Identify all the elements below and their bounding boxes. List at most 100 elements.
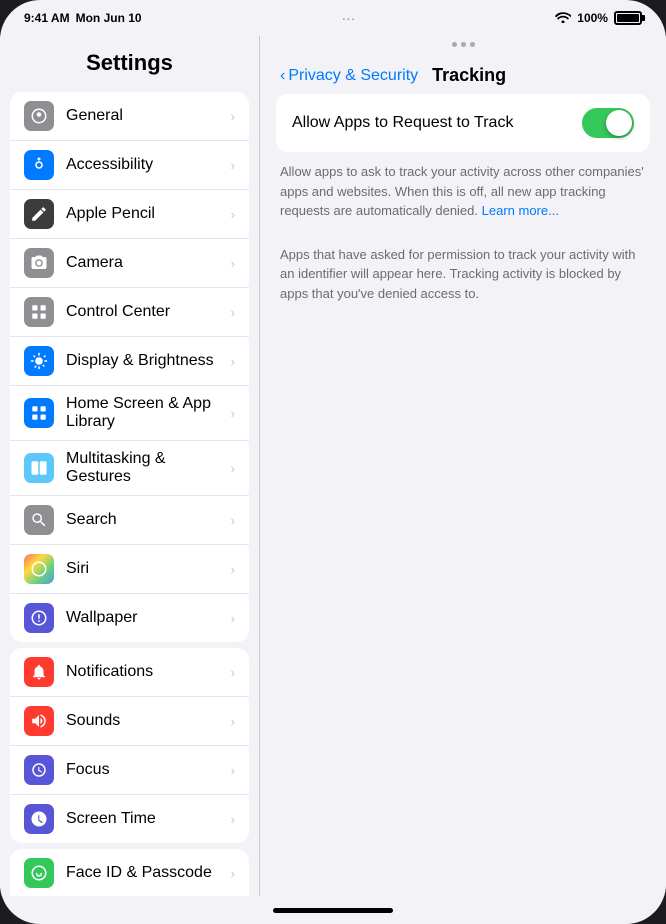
home-bar [273, 908, 393, 913]
sounds-label: Sounds [66, 712, 219, 730]
dot2 [461, 42, 466, 47]
siri-chevron: › [231, 562, 235, 577]
siri-icon [24, 554, 54, 584]
sidebar-item-general[interactable]: General › [10, 92, 249, 141]
battery-label: 100% [577, 11, 608, 25]
multitasking-icon [24, 453, 54, 483]
sidebar-item-notifications[interactable]: Notifications › [10, 648, 249, 697]
camera-label: Camera [66, 254, 219, 272]
sidebar-item-face-id[interactable]: Face ID & Passcode › [10, 849, 249, 896]
tracking-description-1: Allow apps to ask to track your activity… [276, 154, 650, 237]
home-screen-icon [24, 398, 54, 428]
status-bar-center: ··· [341, 10, 355, 26]
device-frame: 9:41 AM Mon Jun 10 ··· 100% Settings [0, 0, 666, 924]
date: Mon Jun 10 [76, 11, 142, 25]
settings-group-1: General › Accessibility › Apple Pencil › [10, 92, 249, 642]
detail-content: Allow Apps to Request to Track Allow app… [260, 94, 666, 896]
sidebar-item-apple-pencil[interactable]: Apple Pencil › [10, 190, 249, 239]
battery-fill [617, 14, 639, 22]
focus-label: Focus [66, 761, 219, 779]
sounds-chevron: › [231, 714, 235, 729]
home-screen-label: Home Screen & App Library [66, 395, 219, 431]
sidebar-title: Settings [0, 36, 259, 86]
sidebar: Settings General › Accessibility › [0, 36, 260, 896]
control-center-label: Control Center [66, 303, 219, 321]
accessibility-chevron: › [231, 158, 235, 173]
screen-time-icon [24, 804, 54, 834]
detail-nav: ‹ Privacy & Security Tracking [260, 53, 666, 94]
sidebar-item-camera[interactable]: Camera › [10, 239, 249, 288]
siri-label: Siri [66, 560, 219, 578]
notifications-label: Notifications [66, 663, 219, 681]
sounds-icon [24, 706, 54, 736]
general-chevron: › [231, 109, 235, 124]
control-center-icon [24, 297, 54, 327]
apple-pencil-icon [24, 199, 54, 229]
multitasking-label: Multitasking & Gestures [66, 450, 219, 486]
status-bar: 9:41 AM Mon Jun 10 ··· 100% [0, 0, 666, 36]
learn-more-link[interactable]: Learn more... [482, 203, 559, 218]
sidebar-item-sounds[interactable]: Sounds › [10, 697, 249, 746]
camera-icon [24, 248, 54, 278]
notifications-icon [24, 657, 54, 687]
general-label: General [66, 107, 219, 125]
wallpaper-label: Wallpaper [66, 609, 219, 627]
sidebar-item-siri[interactable]: Siri › [10, 545, 249, 594]
settings-group-3: Face ID & Passcode › Privacy & Security … [10, 849, 249, 896]
page-title: Tracking [432, 65, 506, 86]
home-screen-chevron: › [231, 406, 235, 421]
sidebar-item-focus[interactable]: Focus › [10, 746, 249, 795]
settings-group-2: Notifications › Sounds › Focus › [10, 648, 249, 843]
dots-icon: ··· [341, 10, 355, 26]
sidebar-item-display[interactable]: Display & Brightness › [10, 337, 249, 386]
dot1 [452, 42, 457, 47]
detail-dots [260, 36, 666, 53]
sidebar-item-accessibility[interactable]: Accessibility › [10, 141, 249, 190]
sidebar-item-control-center[interactable]: Control Center › [10, 288, 249, 337]
detail-pane: ‹ Privacy & Security Tracking Allow Apps… [260, 36, 666, 896]
toggle-label: Allow Apps to Request to Track [292, 114, 513, 132]
search-icon [24, 505, 54, 535]
home-indicator [0, 896, 666, 924]
back-label: Privacy & Security [288, 67, 418, 85]
wallpaper-icon [24, 603, 54, 633]
notifications-chevron: › [231, 665, 235, 680]
sidebar-item-wallpaper[interactable]: Wallpaper › [10, 594, 249, 642]
sidebar-item-screen-time[interactable]: Screen Time › [10, 795, 249, 843]
dot3 [470, 42, 475, 47]
face-id-label: Face ID & Passcode [66, 864, 219, 882]
control-center-chevron: › [231, 305, 235, 320]
apple-pencil-chevron: › [231, 207, 235, 222]
sidebar-item-search[interactable]: Search › [10, 496, 249, 545]
focus-chevron: › [231, 763, 235, 778]
display-label: Display & Brightness [66, 352, 219, 370]
sidebar-item-multitasking[interactable]: Multitasking & Gestures › [10, 441, 249, 496]
status-bar-left: 9:41 AM Mon Jun 10 [24, 11, 142, 25]
battery-icon [614, 11, 642, 25]
time: 9:41 AM [24, 11, 70, 25]
sidebar-item-home-screen[interactable]: Home Screen & App Library › [10, 386, 249, 441]
face-id-icon [24, 858, 54, 888]
focus-icon [24, 755, 54, 785]
apple-pencil-label: Apple Pencil [66, 205, 219, 223]
screen-time-label: Screen Time [66, 810, 219, 828]
tracking-description-2: Apps that have asked for permission to t… [276, 237, 650, 320]
back-button[interactable]: ‹ Privacy & Security [280, 67, 418, 85]
status-bar-right: 100% [555, 11, 642, 26]
face-id-chevron: › [231, 866, 235, 881]
general-icon [24, 101, 54, 131]
multitasking-chevron: › [231, 461, 235, 476]
back-chevron-icon: ‹ [280, 67, 285, 85]
screen-time-chevron: › [231, 812, 235, 827]
wifi-icon [555, 11, 571, 26]
wallpaper-chevron: › [231, 611, 235, 626]
allow-tracking-card: Allow Apps to Request to Track [276, 94, 650, 152]
toggle-thumb [606, 110, 632, 136]
search-chevron: › [231, 513, 235, 528]
display-chevron: › [231, 354, 235, 369]
display-icon [24, 346, 54, 376]
allow-tracking-toggle[interactable] [582, 108, 634, 138]
accessibility-label: Accessibility [66, 156, 219, 174]
camera-chevron: › [231, 256, 235, 271]
search-label: Search [66, 511, 219, 529]
